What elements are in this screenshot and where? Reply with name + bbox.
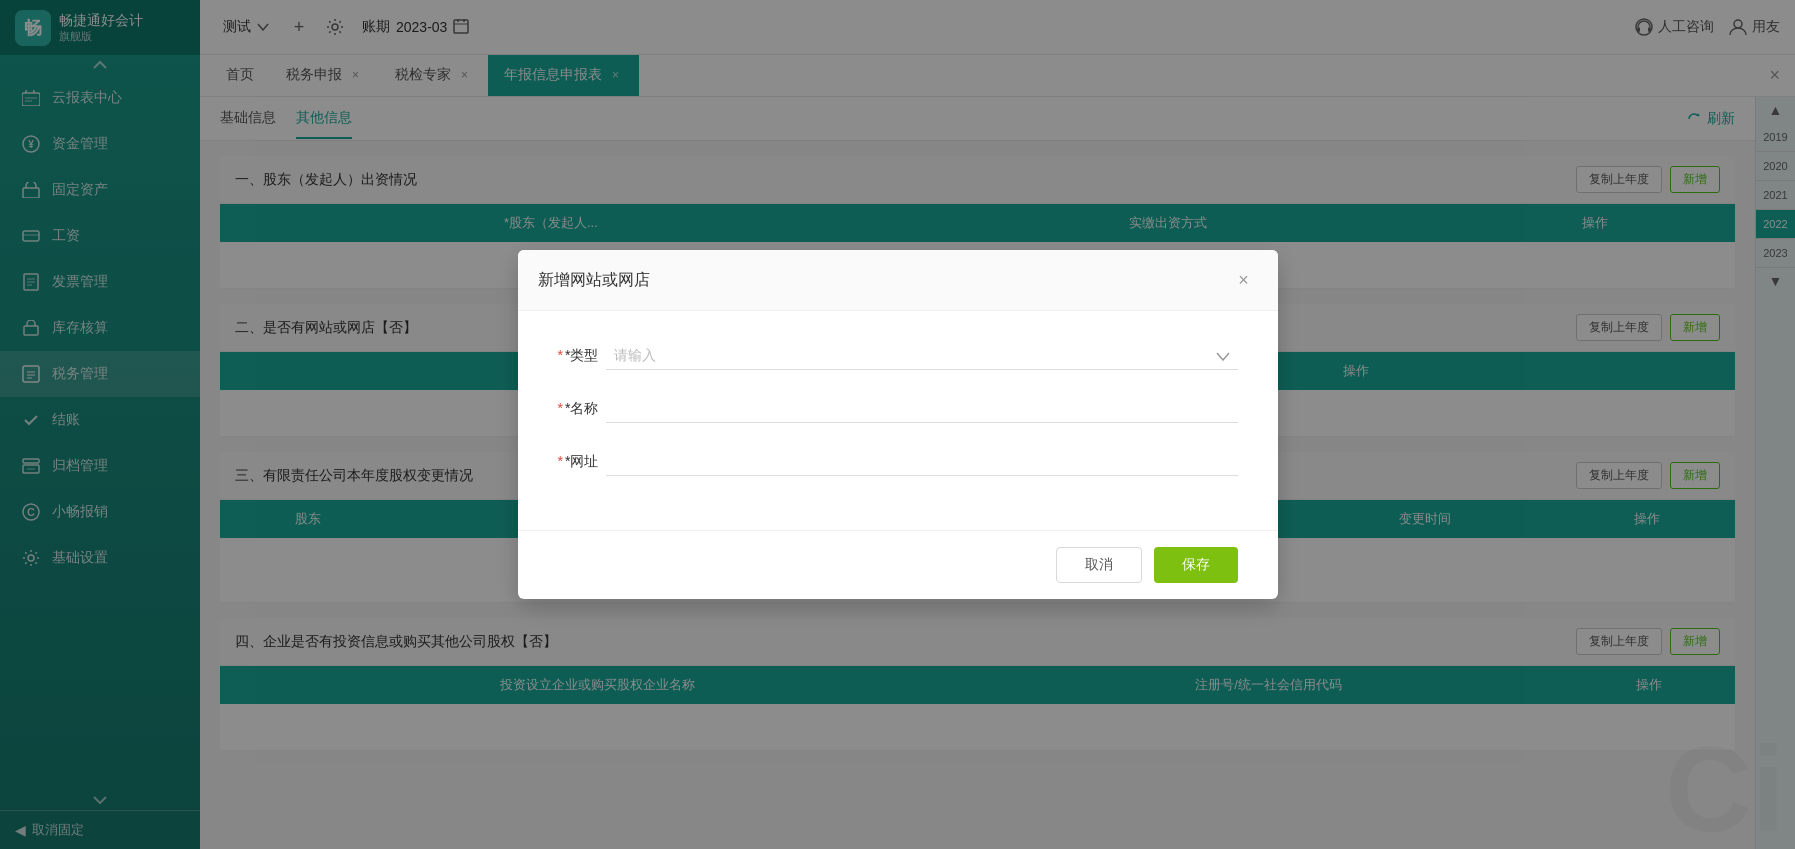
modal-close-button[interactable]: × [1230,266,1258,294]
add-website-modal: 新增网站或网店 × **类型 **名称 [518,250,1278,599]
cancel-button[interactable]: 取消 [1056,547,1142,583]
type-label: **类型 [558,347,599,365]
name-label: **名称 [558,400,599,418]
modal-overlay[interactable]: 新增网站或网店 × **类型 **名称 [0,0,1795,849]
modal-header: 新增网站或网店 × [518,250,1278,311]
modal-body: **类型 **名称 [518,311,1278,530]
form-row-type: **类型 [558,341,1238,370]
url-input[interactable] [606,447,1237,476]
modal-footer: 取消 保存 [518,530,1278,599]
save-button[interactable]: 保存 [1154,547,1238,583]
modal-title: 新增网站或网店 [538,270,650,291]
name-input-wrap [606,394,1237,423]
type-input[interactable] [606,341,1237,370]
form-row-name: **名称 [558,394,1238,423]
form-row-url: **网址 [558,447,1238,476]
name-input[interactable] [606,394,1237,423]
url-label: **网址 [558,453,599,471]
url-input-wrap [606,447,1237,476]
type-select-wrap [606,341,1237,370]
